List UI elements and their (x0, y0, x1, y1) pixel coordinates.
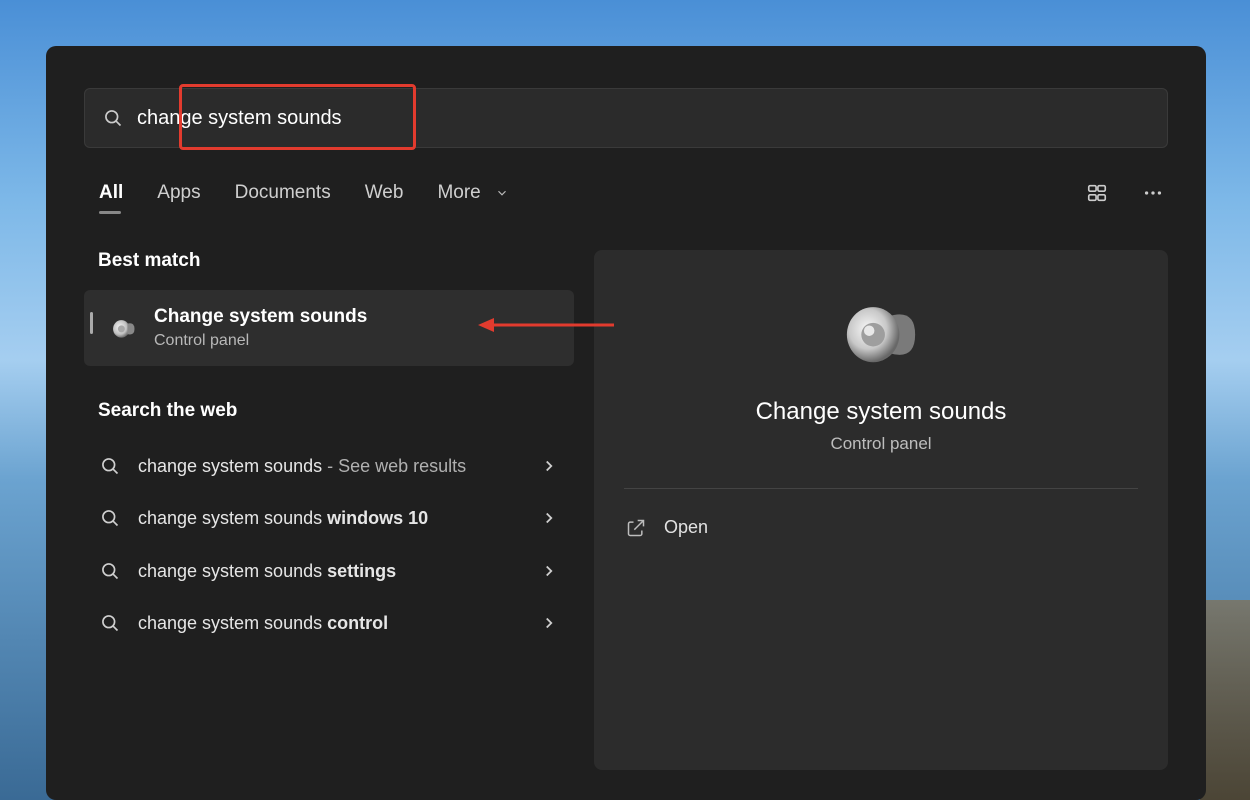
search-bar[interactable] (84, 88, 1168, 148)
tab-apps[interactable]: Apps (157, 182, 200, 204)
speaker-icon (110, 314, 138, 342)
open-label: Open (664, 517, 708, 538)
preview-title: Change system sounds (756, 398, 1007, 426)
chevron-right-icon (540, 562, 558, 580)
search-icon (100, 456, 120, 476)
more-options-icon[interactable] (1138, 178, 1168, 208)
web-result-1[interactable]: change system sounds windows 10 (84, 492, 574, 544)
results-column: Best match Change sys (84, 250, 574, 770)
chevron-right-icon (540, 509, 558, 527)
divider (624, 488, 1138, 489)
search-web-header: Search the web (98, 400, 574, 422)
best-match-title: Change system sounds (154, 306, 367, 328)
search-filters-icon[interactable] (1082, 178, 1112, 208)
web-result-text: change system sounds control (138, 611, 530, 635)
preview-pane: Change system sounds Control panel Open (594, 250, 1168, 770)
windows-search-panel: All Apps Documents Web More Best match (46, 46, 1206, 800)
search-icon (100, 508, 120, 528)
search-icon (100, 613, 120, 633)
search-input[interactable] (137, 107, 1149, 130)
web-result-2[interactable]: change system sounds settings (84, 545, 574, 597)
chevron-down-icon (495, 186, 509, 200)
web-result-text: change system sounds settings (138, 559, 530, 583)
web-result-0[interactable]: change system sounds - See web results (84, 440, 574, 492)
chevron-right-icon (540, 457, 558, 475)
tab-more[interactable]: More (437, 182, 480, 204)
tab-all[interactable]: All (99, 182, 123, 204)
web-result-text: change system sounds windows 10 (138, 506, 530, 530)
web-result-3[interactable]: change system sounds control (84, 597, 574, 649)
open-external-icon (626, 518, 646, 538)
desktop-background-edge (1200, 600, 1250, 800)
search-icon (100, 561, 120, 581)
web-result-text: change system sounds - See web results (138, 454, 530, 478)
best-match-header: Best match (98, 250, 574, 272)
tab-documents[interactable]: Documents (235, 182, 331, 204)
preview-subtitle: Control panel (830, 434, 931, 454)
open-action[interactable]: Open (624, 507, 1138, 548)
speaker-icon (839, 290, 923, 374)
search-icon (103, 108, 123, 128)
tab-more-label: More (437, 182, 480, 203)
tab-web[interactable]: Web (365, 182, 404, 204)
chevron-right-icon (540, 614, 558, 632)
best-match-result[interactable]: Change system sounds Control panel (84, 290, 574, 366)
filter-tabs: All Apps Documents Web More (99, 178, 1168, 208)
best-match-subtitle: Control panel (154, 332, 367, 350)
